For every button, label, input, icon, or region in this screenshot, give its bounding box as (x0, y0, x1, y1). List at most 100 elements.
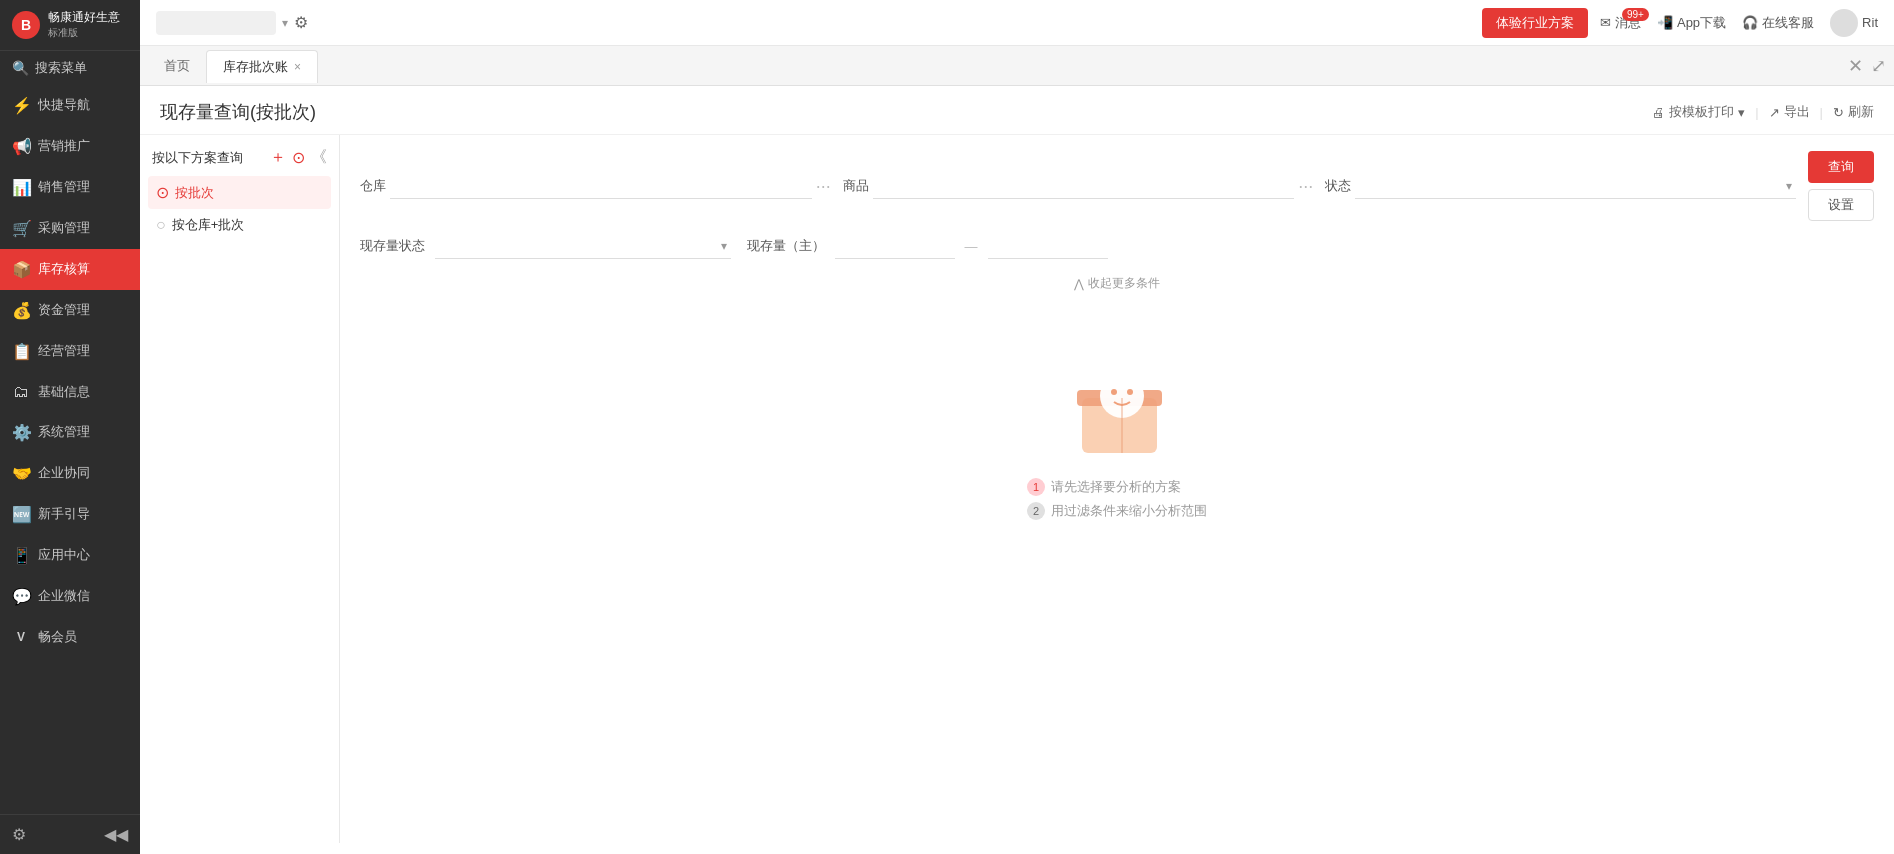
status-dropdown[interactable] (1355, 173, 1796, 199)
inventory-status-label: 现存量状态 (360, 237, 425, 255)
sidebar-search[interactable]: 🔍 搜索菜单 (0, 51, 140, 85)
filter-row-1: 仓库 ··· 商品 ··· 状态 (360, 151, 1874, 221)
sidebar-item-basic-info[interactable]: 🗂 基础信息 (0, 372, 140, 412)
sidebar-item-enterprise[interactable]: 🤝 企业协同 (0, 453, 140, 494)
topbar-search-area: ▾ ⚙ (156, 11, 1470, 35)
company-name: 畅康通好生意 (48, 10, 120, 26)
tab-bar-close-btn[interactable]: ✕ (1848, 55, 1863, 77)
sidebar-nav: ⚡ 快捷导航 📢 营销推广 📊 销售管理 🛒 采购管理 📦 库存核算 💰 资金管… (0, 85, 140, 814)
quantity-to-input[interactable] (988, 233, 1108, 259)
settings-footer-icon[interactable]: ⚙ (12, 825, 26, 844)
left-panel: 按以下方案查询 ＋ ⊙ 《 ⊙ 按批次 ○ (140, 135, 340, 843)
sidebar-item-operations[interactable]: 📋 经营管理 (0, 331, 140, 372)
page-container: 现存量查询(按批次) 🖨 按模板打印 ▾ | ↗ 导出 | ↻ (140, 86, 1894, 854)
scheme-settings-icon[interactable]: ⊙ (292, 148, 305, 167)
topbar-gear-icon[interactable]: ⚙ (294, 13, 308, 32)
scheme-list: ⊙ 按批次 ○ 按仓库+批次 (140, 176, 339, 241)
vip-icon: V (12, 630, 30, 644)
status-filter-group: 状态 ▾ (1325, 173, 1796, 199)
edition-label: 标准版 (48, 26, 120, 40)
sidebar-logo: B (12, 11, 40, 39)
scheme-active-icon: ⊙ (156, 183, 169, 202)
refresh-label: 刷新 (1848, 103, 1874, 121)
scheme-item-by-warehouse-batch[interactable]: ○ 按仓库+批次 (148, 209, 331, 241)
enterprise-icon: 🤝 (12, 464, 30, 483)
avatar (1830, 9, 1858, 37)
quick-nav-label: 快捷导航 (38, 96, 90, 114)
tab-active-inventory[interactable]: 库存批次账 × (206, 50, 318, 83)
hint-num-2: 2 (1027, 502, 1045, 520)
action-divider-1: | (1755, 105, 1758, 120)
sidebar-item-vip[interactable]: V 畅会员 (0, 617, 140, 657)
warehouse-dots[interactable]: ··· (816, 176, 831, 197)
topbar-search-input[interactable] (156, 11, 276, 35)
right-panel: 仓库 ··· 商品 ··· 状态 (340, 135, 1894, 843)
messages-btn[interactable]: ✉ 消息 99+ (1600, 14, 1641, 32)
quantity-from-input[interactable] (835, 233, 955, 259)
sidebar-item-marketing[interactable]: 📢 营销推广 (0, 126, 140, 167)
app-download-btn[interactable]: 📲 App下载 (1657, 14, 1726, 32)
basic-info-icon: 🗂 (12, 383, 30, 401)
user-avatar-area[interactable]: Rit (1830, 9, 1878, 37)
svg-point-4 (1127, 389, 1133, 395)
experience-btn[interactable]: 体验行业方案 (1482, 8, 1588, 38)
panel-collapse-icon[interactable]: 《 (311, 147, 327, 168)
scheme-label-by-warehouse-batch: 按仓库+批次 (172, 216, 245, 234)
sidebar-item-sales[interactable]: 📊 销售管理 (0, 167, 140, 208)
topbar-chevron-icon[interactable]: ▾ (282, 16, 288, 30)
enterprise-wechat-icon: 💬 (12, 587, 30, 606)
operations-icon: 📋 (12, 342, 30, 361)
settings-btn[interactable]: 设置 (1808, 189, 1874, 221)
product-input[interactable] (873, 173, 1295, 199)
quick-nav-icon: ⚡ (12, 96, 30, 115)
query-btn[interactable]: 查询 (1808, 151, 1874, 183)
print-chevron-icon[interactable]: ▾ (1738, 105, 1745, 120)
collapse-more-btn[interactable]: ⋀ 收起更多条件 (360, 269, 1874, 298)
enterprise-label: 企业协同 (38, 464, 90, 482)
hint-num-1: 1 (1027, 478, 1045, 496)
sidebar-item-inventory[interactable]: 📦 库存核算 (0, 249, 140, 290)
purchase-icon: 🛒 (12, 219, 30, 238)
sidebar-item-app-center[interactable]: 📱 应用中心 (0, 535, 140, 576)
collapse-sidebar-icon[interactable]: ◀◀ (104, 825, 128, 844)
new-guide-label: 新手引导 (38, 505, 90, 523)
inventory-quantity-filter: 现存量（主） — (747, 233, 1488, 259)
svg-point-3 (1111, 389, 1117, 395)
tab-bar-right: ✕ ⤢ (1848, 55, 1886, 77)
sidebar-item-finance[interactable]: 💰 资金管理 (0, 290, 140, 331)
print-template-btn[interactable]: 🖨 按模板打印 ▾ (1652, 103, 1745, 121)
product-dots[interactable]: ··· (1298, 176, 1313, 197)
sidebar-footer: ⚙ ◀◀ (0, 814, 140, 854)
tab-home[interactable]: 首页 (148, 49, 206, 83)
empty-state: 1 请先选择要分析的方案 2 用过滤条件来缩小分析范围 (360, 298, 1874, 586)
export-btn[interactable]: ↗ 导出 (1769, 103, 1810, 121)
app-center-label: 应用中心 (38, 546, 90, 564)
online-service-btn[interactable]: 🎧 在线客服 (1742, 14, 1814, 32)
inventory-status-dropdown[interactable] (435, 233, 731, 259)
action-divider-2: | (1820, 105, 1823, 120)
sidebar-item-enterprise-wechat[interactable]: 💬 企业微信 (0, 576, 140, 617)
main-area: ▾ ⚙ 体验行业方案 ✉ 消息 99+ 📲 App下载 🎧 在线客服 Rit (140, 0, 1894, 854)
quantity-separator: — (961, 239, 982, 254)
empty-illustration (1067, 358, 1177, 458)
sales-icon: 📊 (12, 178, 30, 197)
tab-bar-expand-icon[interactable]: ⤢ (1871, 55, 1886, 77)
warehouse-input[interactable] (390, 173, 812, 199)
sidebar-item-sys-mgmt[interactable]: ⚙️ 系统管理 (0, 412, 140, 453)
inventory-status-filter: 现存量状态 ▾ (360, 233, 731, 259)
scheme-item-by-batch[interactable]: ⊙ 按批次 (148, 176, 331, 209)
sys-mgmt-icon: ⚙️ (12, 423, 30, 442)
sidebar-item-quick-nav[interactable]: ⚡ 快捷导航 (0, 85, 140, 126)
empty-hints: 1 请先选择要分析的方案 2 用过滤条件来缩小分析范围 (1027, 478, 1207, 526)
app-download-icon: 📲 (1657, 15, 1673, 30)
messages-badge: 99+ (1622, 8, 1649, 21)
sidebar-title-area: 畅康通好生意 标准版 (48, 10, 120, 40)
tab-close-icon[interactable]: × (294, 60, 301, 74)
add-scheme-icon[interactable]: ＋ (270, 147, 286, 168)
tab-active-label: 库存批次账 (223, 58, 288, 76)
content-area: 按以下方案查询 ＋ ⊙ 《 ⊙ 按批次 ○ (140, 135, 1894, 843)
sidebar: B 畅康通好生意 标准版 🔍 搜索菜单 ⚡ 快捷导航 📢 营销推广 📊 销售管理… (0, 0, 140, 854)
refresh-btn[interactable]: ↻ 刷新 (1833, 103, 1874, 121)
sidebar-item-new-guide[interactable]: 🆕 新手引导 (0, 494, 140, 535)
sidebar-item-purchase[interactable]: 🛒 采购管理 (0, 208, 140, 249)
